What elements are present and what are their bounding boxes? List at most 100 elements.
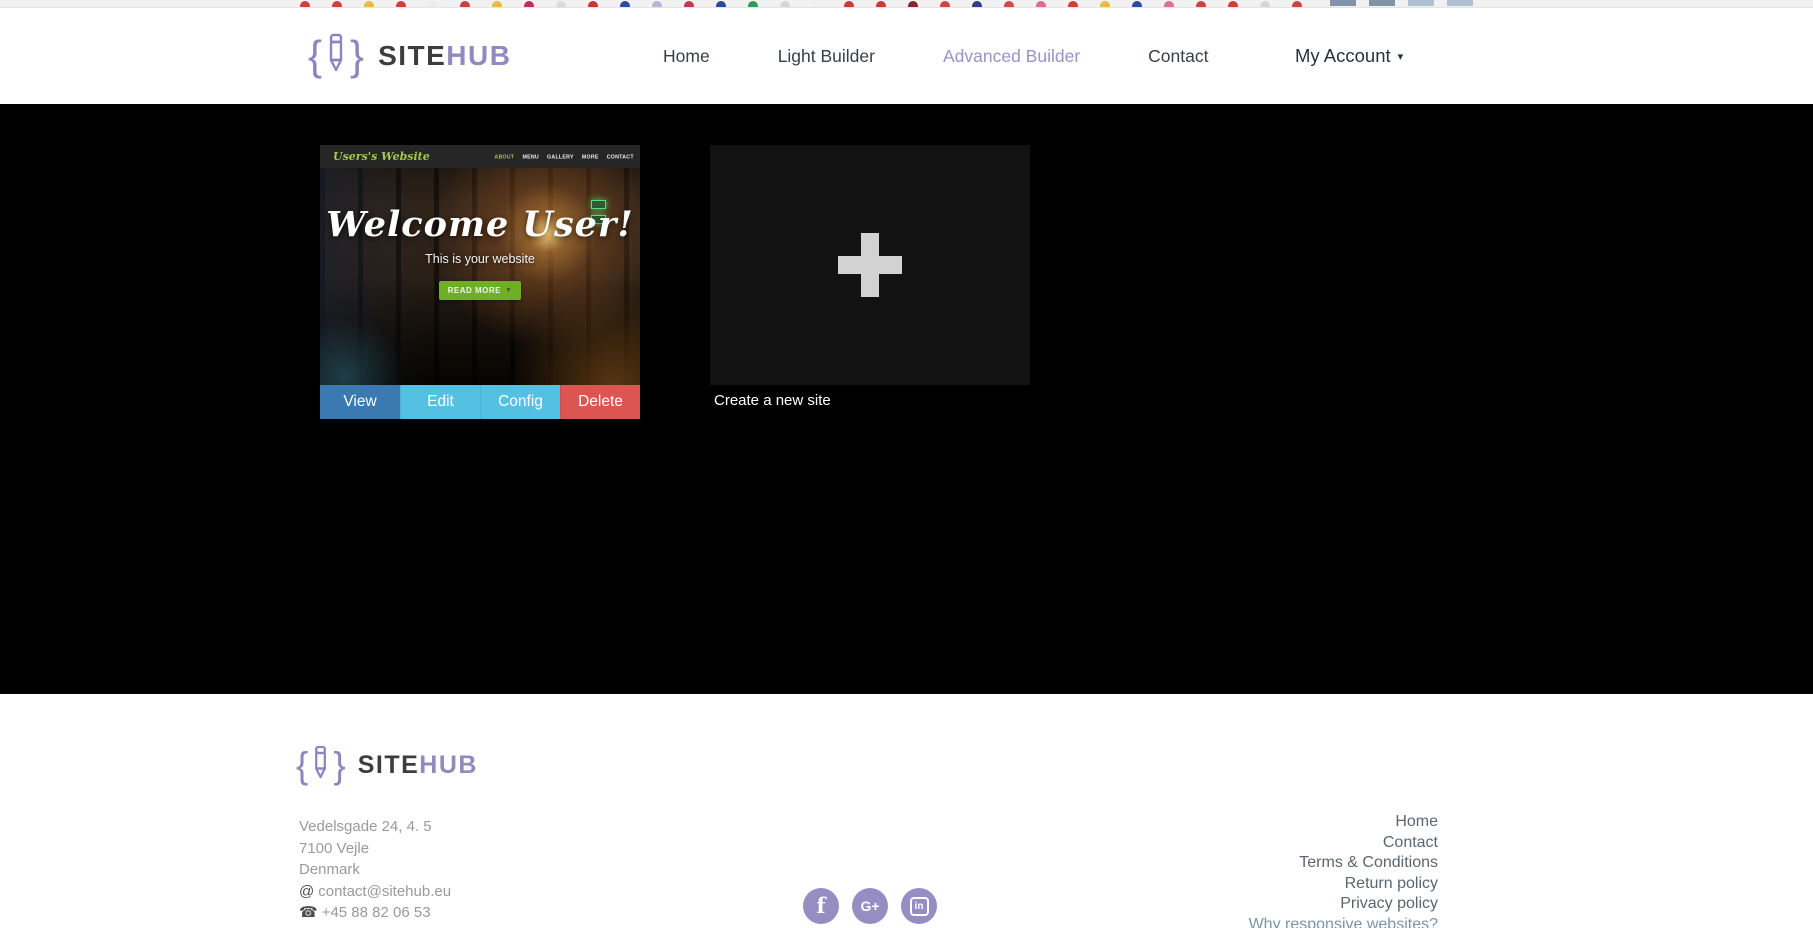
preview-nav-menu: MENU <box>522 153 540 160</box>
bookmark-favicon[interactable] <box>524 1 534 7</box>
footer-email-row: @ contact@sitehub.eu <box>299 881 451 903</box>
bookmark-favicon[interactable] <box>1100 1 1110 7</box>
edit-button[interactable]: Edit <box>400 385 480 419</box>
footer-link-partial[interactable]: Why responsive websites? <box>1249 915 1438 928</box>
bookmark-favicon[interactable] <box>940 1 950 7</box>
preview-hero-image: Welcome User! This is your website READ … <box>320 168 640 385</box>
sitehub-logo[interactable]: { } SITEHUB <box>308 32 511 79</box>
footer-phone: +45 88 82 06 53 <box>321 904 431 921</box>
address-country: Denmark <box>299 861 360 878</box>
logo-brace-left: { <box>308 31 323 79</box>
sites-dashboard: Users's Website ABOUT MENU GALLERY MORE … <box>0 104 1813 694</box>
nav-item-light-builder[interactable]: Light Builder <box>778 46 875 67</box>
browser-tab-fragment[interactable] <box>1330 0 1356 6</box>
bookmark-favicon[interactable] <box>1004 1 1014 7</box>
google-plus-icon[interactable]: G+ <box>852 888 888 924</box>
bookmark-favicon[interactable] <box>492 1 502 7</box>
footer-link-privacy-policy[interactable]: Privacy policy <box>1249 894 1438 915</box>
bookmark-favicon[interactable] <box>588 1 598 7</box>
preview-nav-links: ABOUT MENU GALLERY MORE CONTACT <box>495 149 634 163</box>
site-card-actions: View Edit Config Delete <box>320 385 640 419</box>
phone-icon: ☎ <box>299 904 318 921</box>
footer-logo[interactable]: { } SITEHUB <box>296 744 478 786</box>
preview-navbar: Users's Website ABOUT MENU GALLERY MORE … <box>320 145 640 168</box>
config-button[interactable]: Config <box>480 385 560 419</box>
bookmark-favicon[interactable] <box>1164 1 1174 7</box>
preview-nav-more: MORE <box>582 153 599 160</box>
browser-tab-fragment[interactable] <box>1408 0 1434 6</box>
bookmark-favicon[interactable] <box>460 1 470 7</box>
bookmark-favicon[interactable] <box>428 1 438 7</box>
footer-link-return-policy[interactable]: Return policy <box>1249 874 1438 895</box>
address-street: Vedelsgade 24, 4. 5 <box>299 818 432 835</box>
footer-social-icons: f G+ in <box>803 888 937 924</box>
nav-item-contact[interactable]: Contact <box>1148 46 1208 67</box>
preview-read-more-button: READ MORE ▼ <box>438 281 522 300</box>
footer-links: Home Contact Terms & Conditions Return p… <box>1249 812 1438 928</box>
footer-email-link[interactable]: contact@sitehub.eu <box>318 883 451 900</box>
create-site-card[interactable] <box>710 145 1030 385</box>
bookmark-favicon[interactable] <box>332 1 342 7</box>
bookmark-favicon[interactable] <box>812 1 822 7</box>
linkedin-icon[interactable]: in <box>901 888 937 924</box>
delete-button[interactable]: Delete <box>560 385 640 419</box>
preview-hero-subtitle: This is your website <box>425 252 535 266</box>
footer-link-contact[interactable]: Contact <box>1249 833 1438 854</box>
browser-tab-fragment[interactable] <box>1369 0 1395 6</box>
preview-nav-contact: CONTACT <box>606 153 634 160</box>
bookmark-favicon[interactable] <box>972 1 982 7</box>
bookmark-favicon[interactable] <box>908 1 918 7</box>
logo-wordmark: SITEHUB <box>378 40 511 72</box>
bookmark-favicon[interactable] <box>1068 1 1078 7</box>
browser-bookmarks-strip <box>0 0 1813 8</box>
site-card: Users's Website ABOUT MENU GALLERY MORE … <box>320 145 640 419</box>
my-account-dropdown[interactable]: My Account ▾ <box>1295 8 1403 104</box>
address-city: 7100 Vejle <box>299 839 370 857</box>
bookmark-favicon[interactable] <box>876 1 886 7</box>
preview-site-title: Users's Website <box>333 150 430 163</box>
bookmark-favicon[interactable] <box>684 1 694 7</box>
site-header: { } SITEHUB Home Light Builder Advanced … <box>0 8 1813 104</box>
bookmark-favicon[interactable] <box>364 1 374 7</box>
bookmark-favicon[interactable] <box>1260 1 1270 7</box>
logo-brace-right: } <box>350 31 365 79</box>
nav-item-advanced-builder[interactable]: Advanced Builder <box>943 46 1080 67</box>
bookmark-favicon[interactable] <box>652 1 662 7</box>
bookmark-favicon[interactable] <box>1292 1 1302 7</box>
footer-link-home[interactable]: Home <box>1249 812 1438 833</box>
bookmark-favicon[interactable] <box>1196 1 1206 7</box>
browser-tab-fragment[interactable] <box>1447 0 1473 6</box>
bookmark-favicon[interactable] <box>396 1 406 7</box>
preview-hero-title: Welcome User! <box>326 204 634 245</box>
bookmark-favicon[interactable] <box>748 1 758 7</box>
preview-nav-about: ABOUT <box>494 153 515 160</box>
footer-link-terms[interactable]: Terms & Conditions <box>1249 853 1438 874</box>
bookmark-favicon[interactable] <box>300 1 310 7</box>
logo-brace-left: { <box>296 744 309 786</box>
preview-nav-gallery: GALLERY <box>547 153 574 160</box>
logo-word-hub: HUB <box>446 39 512 71</box>
nav-item-home[interactable]: Home <box>663 46 710 67</box>
logo-word-site: SITE <box>378 39 447 71</box>
bookmark-favicon[interactable] <box>780 1 790 7</box>
logo-brace-right: } <box>333 744 346 786</box>
at-icon: @ <box>299 882 315 900</box>
footer-address: Vedelsgade 24, 4. 5 7100 Vejle Denmark @… <box>299 816 451 924</box>
facebook-icon[interactable]: f <box>803 888 839 924</box>
bookmarks-strip-dots <box>300 1 1302 7</box>
bookmark-favicon[interactable] <box>1132 1 1142 7</box>
create-site-label[interactable]: Create a new site <box>714 392 831 409</box>
bookmark-favicon[interactable] <box>1228 1 1238 7</box>
bookmark-favicon[interactable] <box>556 1 566 7</box>
site-footer: { } SITEHUB Vedelsgade 24, 4. 5 7100 Vej… <box>0 694 1813 928</box>
footer-phone-row: ☎ +45 88 82 06 53 <box>299 902 451 924</box>
view-button[interactable]: View <box>320 385 400 419</box>
site-preview-thumbnail[interactable]: Users's Website ABOUT MENU GALLERY MORE … <box>320 145 640 385</box>
bookmark-favicon[interactable] <box>620 1 630 7</box>
bookmark-favicon[interactable] <box>1036 1 1046 7</box>
plus-icon <box>838 233 902 297</box>
bookmark-favicon[interactable] <box>716 1 726 7</box>
bookmark-favicon[interactable] <box>844 1 854 7</box>
main-navigation: Home Light Builder Advanced Builder Cont… <box>663 8 1208 104</box>
bookmarks-strip-squares <box>1330 0 1473 6</box>
